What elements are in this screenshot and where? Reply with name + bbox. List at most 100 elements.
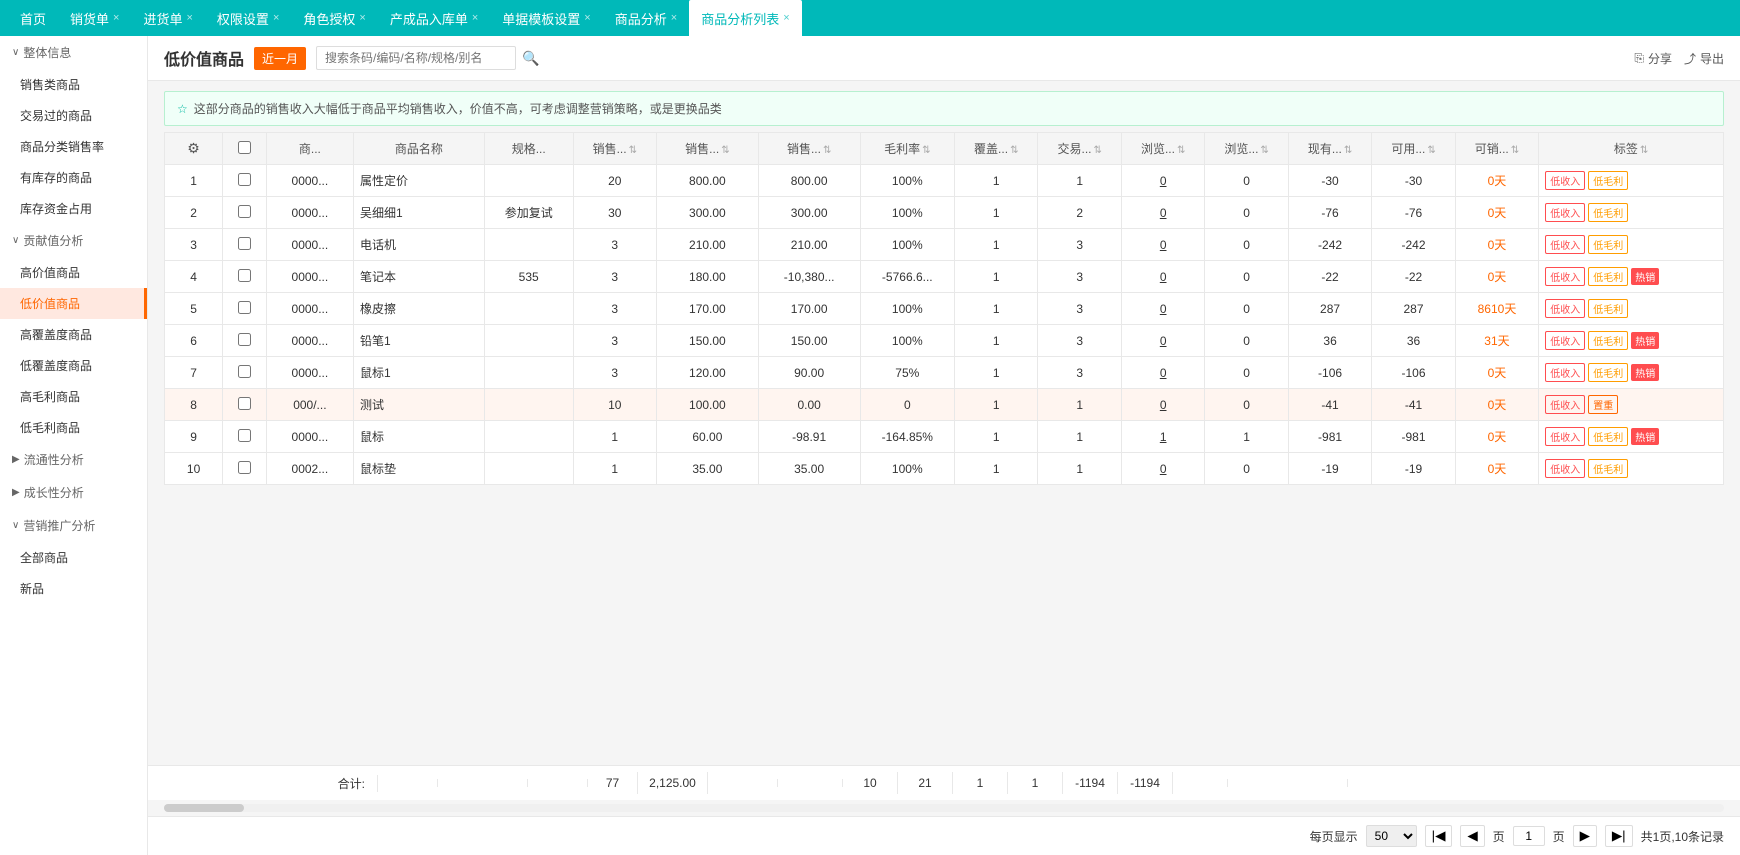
sidebar-item-库存资金占用[interactable]: 库存资金占用: [0, 193, 147, 224]
row-check-3[interactable]: [223, 261, 267, 293]
nav-item-单据模板设置[interactable]: 单据模板设置 ×: [490, 0, 602, 36]
col-header-6[interactable]: 销售...⇅: [657, 133, 759, 165]
col-header-9[interactable]: 覆盖...⇅: [955, 133, 1038, 165]
nav-item-权限设置[interactable]: 权限设置 ×: [205, 0, 291, 36]
close-tab-icon[interactable]: ×: [783, 12, 789, 24]
browse1-link-5[interactable]: 0: [1160, 334, 1167, 348]
sidebar-group-流通性分析[interactable]: ▶流通性分析: [0, 443, 147, 476]
close-tab-icon[interactable]: ×: [472, 12, 478, 24]
row-browse1-2[interactable]: 0: [1121, 229, 1204, 261]
search-button[interactable]: 🔍: [522, 50, 539, 67]
sidebar-group-成长性分析[interactable]: ▶成长性分析: [0, 476, 147, 509]
row-check-4[interactable]: [223, 293, 267, 325]
sort-icon-12[interactable]: ⇅: [1260, 145, 1268, 156]
sort-icon-7[interactable]: ⇅: [823, 145, 831, 156]
sidebar-item-高覆盖度商品[interactable]: 高覆盖度商品: [0, 319, 147, 350]
sort-icon-9[interactable]: ⇅: [1010, 145, 1018, 156]
row-check-6[interactable]: [223, 357, 267, 389]
nav-item-销货单[interactable]: 销货单 ×: [58, 0, 131, 36]
sort-icon-13[interactable]: ⇅: [1344, 145, 1352, 156]
row-browse1-3[interactable]: 0: [1121, 261, 1204, 293]
sort-icon-15[interactable]: ⇅: [1511, 145, 1519, 156]
row-check-2[interactable]: [223, 229, 267, 261]
sort-icon-5[interactable]: ⇅: [629, 145, 637, 156]
page-number-input[interactable]: [1513, 826, 1545, 846]
row-checkbox-1[interactable]: [238, 205, 251, 218]
row-checkbox-2[interactable]: [238, 237, 251, 250]
col-header-3[interactable]: 商品名称: [354, 133, 485, 165]
sort-icon-8[interactable]: ⇅: [922, 145, 930, 156]
nav-item-角色授权[interactable]: 角色授权 ×: [291, 0, 377, 36]
row-checkbox-7[interactable]: [238, 397, 251, 410]
sidebar-item-新品[interactable]: 新品: [0, 573, 147, 604]
col-header-12[interactable]: 浏览...⇅: [1205, 133, 1288, 165]
close-tab-icon[interactable]: ×: [671, 12, 677, 24]
nav-item-产成品入库单[interactable]: 产成品入库单 ×: [378, 0, 490, 36]
browse1-link-2[interactable]: 0: [1160, 238, 1167, 252]
sidebar-item-低毛利商品[interactable]: 低毛利商品: [0, 412, 147, 443]
row-browse1-8[interactable]: 1: [1121, 421, 1204, 453]
filter-button[interactable]: 近一月: [254, 47, 306, 70]
col-header-2[interactable]: 商...: [266, 133, 353, 165]
sidebar-item-交易过的商品[interactable]: 交易过的商品: [0, 100, 147, 131]
row-check-7[interactable]: [223, 389, 267, 421]
col-header-13[interactable]: 现有...⇅: [1288, 133, 1371, 165]
row-checkbox-9[interactable]: [238, 461, 251, 474]
sidebar-item-低价值商品[interactable]: 低价值商品: [0, 288, 147, 319]
scrollbar-thumb[interactable]: [164, 804, 244, 812]
sidebar-item-全部商品[interactable]: 全部商品: [0, 542, 147, 573]
nav-item-商品分析[interactable]: 商品分析 ×: [603, 0, 689, 36]
row-checkbox-3[interactable]: [238, 269, 251, 282]
browse1-link-1[interactable]: 0: [1160, 206, 1167, 220]
col-header-7[interactable]: 销售...⇅: [758, 133, 860, 165]
close-tab-icon[interactable]: ×: [584, 12, 590, 24]
close-tab-icon[interactable]: ×: [359, 12, 365, 24]
browse1-link-7[interactable]: 0: [1160, 398, 1167, 412]
row-check-0[interactable]: [223, 165, 267, 197]
row-browse1-7[interactable]: 0: [1121, 389, 1204, 421]
search-input[interactable]: [316, 46, 516, 70]
sidebar-group-贡献值分析[interactable]: ∨贡献值分析: [0, 224, 147, 257]
close-tab-icon[interactable]: ×: [186, 12, 192, 24]
row-check-9[interactable]: [223, 453, 267, 485]
prev-page-button[interactable]: ◀: [1460, 825, 1484, 847]
col-header-0[interactable]: ⚙: [165, 133, 223, 165]
browse1-link-0[interactable]: 0: [1160, 174, 1167, 188]
nav-item-进货单[interactable]: 进货单 ×: [131, 0, 204, 36]
col-header-14[interactable]: 可用...⇅: [1372, 133, 1455, 165]
first-page-button[interactable]: |◀: [1425, 825, 1453, 847]
row-checkbox-5[interactable]: [238, 333, 251, 346]
row-browse1-6[interactable]: 0: [1121, 357, 1204, 389]
col-header-1[interactable]: [223, 133, 267, 165]
row-checkbox-4[interactable]: [238, 301, 251, 314]
share-button[interactable]: ⎘ 分享: [1634, 50, 1672, 67]
row-browse1-1[interactable]: 0: [1121, 197, 1204, 229]
row-checkbox-0[interactable]: [238, 173, 251, 186]
settings-button[interactable]: ⚙: [187, 140, 200, 157]
next-page-button[interactable]: ▶: [1573, 825, 1597, 847]
nav-item-商品分析列表[interactable]: 商品分析列表 ×: [689, 0, 801, 36]
sidebar-group-整体信息[interactable]: ∨整体信息: [0, 36, 147, 69]
table-container[interactable]: ⚙商...商品名称规格...销售...⇅销售...⇅销售...⇅毛利率⇅覆盖..…: [148, 132, 1740, 765]
sort-icon-6[interactable]: ⇅: [721, 145, 729, 156]
row-browse1-5[interactable]: 0: [1121, 325, 1204, 357]
row-browse1-4[interactable]: 0: [1121, 293, 1204, 325]
sort-icon-16[interactable]: ⇅: [1640, 145, 1648, 156]
row-check-5[interactable]: [223, 325, 267, 357]
sidebar-item-高毛利商品[interactable]: 高毛利商品: [0, 381, 147, 412]
browse1-link-8[interactable]: 1: [1160, 430, 1167, 444]
select-all-checkbox[interactable]: [238, 141, 251, 154]
sidebar-group-营销推广分析[interactable]: ∨营销推广分析: [0, 509, 147, 542]
col-header-5[interactable]: 销售...⇅: [573, 133, 656, 165]
browse1-link-9[interactable]: 0: [1160, 462, 1167, 476]
col-header-16[interactable]: 标签⇅: [1539, 133, 1724, 165]
browse1-link-3[interactable]: 0: [1160, 270, 1167, 284]
sort-icon-14[interactable]: ⇅: [1427, 145, 1435, 156]
row-checkbox-6[interactable]: [238, 365, 251, 378]
sort-icon-11[interactable]: ⇅: [1177, 145, 1185, 156]
row-checkbox-8[interactable]: [238, 429, 251, 442]
browse1-link-6[interactable]: 0: [1160, 366, 1167, 380]
per-page-select[interactable]: 50 100 200: [1366, 825, 1417, 847]
col-header-15[interactable]: 可销...⇅: [1455, 133, 1538, 165]
browse1-link-4[interactable]: 0: [1160, 302, 1167, 316]
